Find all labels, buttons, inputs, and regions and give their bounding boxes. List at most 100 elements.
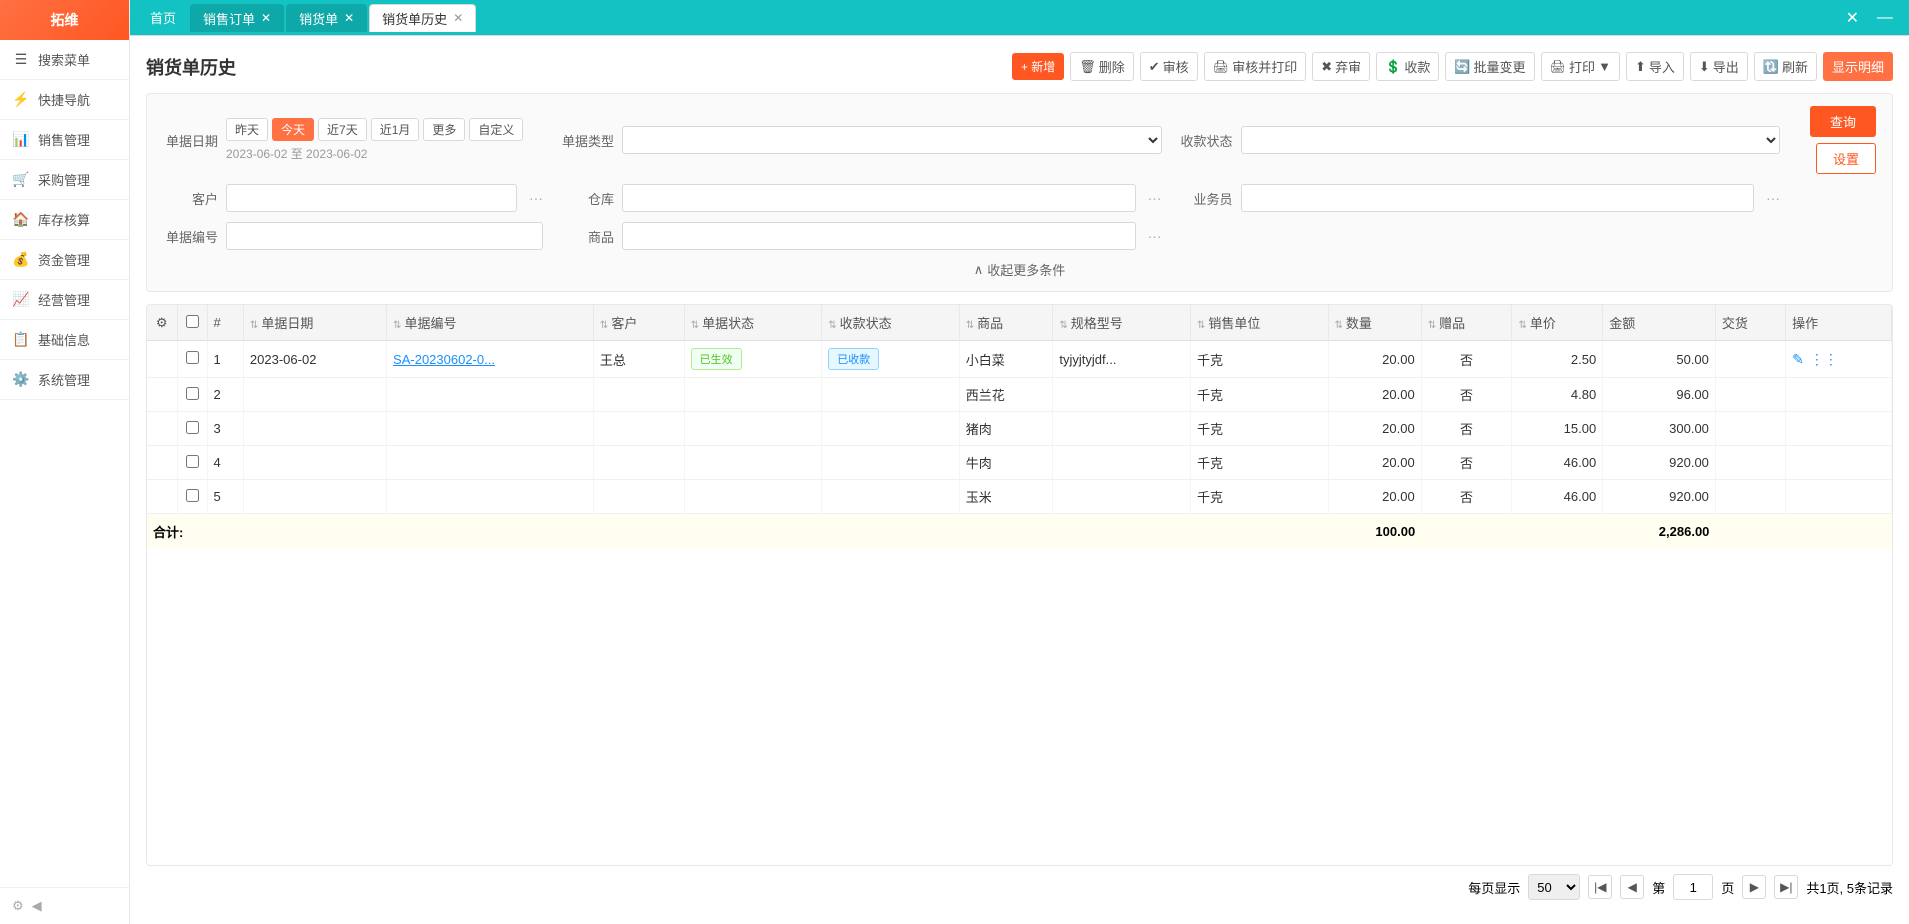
col-gift[interactable]: 赠品 xyxy=(1421,305,1512,341)
import-button[interactable]: ⬆ 导入 xyxy=(1626,52,1684,81)
page-size-label: 每页显示 xyxy=(1468,878,1520,897)
last-page-button[interactable]: ▶| xyxy=(1774,875,1798,899)
review-print-button[interactable]: 🖨 审核并打印 xyxy=(1204,52,1307,81)
page-size-select[interactable]: 50 100 200 xyxy=(1528,874,1580,900)
date-btn-more[interactable]: 更多 xyxy=(423,118,465,141)
warehouse-input[interactable] xyxy=(622,184,1136,212)
search-row-2: 客户 ··· 仓库 ··· 业务员 ··· xyxy=(163,184,1876,212)
doc-no-input[interactable] xyxy=(226,222,543,250)
row-checkbox[interactable] xyxy=(186,455,199,468)
tab-sales-order-close[interactable]: ✕ xyxy=(261,11,271,25)
date-btn-1month[interactable]: 近1月 xyxy=(371,118,420,141)
print-icon: 🖨 xyxy=(1550,59,1567,75)
col-settings[interactable]: ⚙ xyxy=(147,305,177,341)
row-checkbox[interactable] xyxy=(186,351,199,364)
collect-status-select[interactable] xyxy=(1241,126,1781,154)
staff-dots[interactable]: ··· xyxy=(1766,190,1780,206)
customer-dots[interactable]: ··· xyxy=(529,190,543,206)
col-doc-no[interactable]: 单据编号 xyxy=(387,305,594,341)
warehouse-dots[interactable]: ··· xyxy=(1148,190,1162,206)
prev-page-button[interactable]: ◀ xyxy=(1620,875,1644,899)
sidebar-item-baseinfo[interactable]: 📋 基础信息 xyxy=(0,320,129,360)
next-page-button[interactable]: ▶ xyxy=(1742,875,1766,899)
collapse-icon[interactable]: ◀ xyxy=(32,898,42,914)
col-collect-status[interactable]: 收款状态 xyxy=(822,305,960,341)
col-customer[interactable]: 客户 xyxy=(593,305,684,341)
abandon-button[interactable]: ✖ 弃审 xyxy=(1312,52,1370,81)
sidebar-item-purchase[interactable]: 🛒 采购管理 xyxy=(0,160,129,200)
sidebar-item-operation[interactable]: 📈 经营管理 xyxy=(0,280,129,320)
tab-sales-invoice[interactable]: 销货单 ✕ xyxy=(286,4,367,32)
tab-sales-history[interactable]: 销货单历史 ✕ xyxy=(369,4,476,32)
sidebar-item-label: 销售管理 xyxy=(38,130,90,149)
window-minimize-icon[interactable]: — xyxy=(1869,9,1901,27)
date-btn-today[interactable]: 今天 xyxy=(272,118,314,141)
tab-sales-history-close[interactable]: ✕ xyxy=(453,11,463,25)
product-label: 商品 xyxy=(559,227,614,246)
date-label: 单据日期 xyxy=(163,131,218,150)
select-all-checkbox[interactable] xyxy=(186,315,199,328)
row-checkbox[interactable] xyxy=(186,387,199,400)
window-close-icon[interactable]: ✕ xyxy=(1838,8,1867,28)
print-button[interactable]: 🖨 打印 ▼ xyxy=(1541,52,1620,81)
more-icon-0[interactable]: ⋮⋮ xyxy=(1810,351,1838,368)
product-dots[interactable]: ··· xyxy=(1148,228,1162,244)
first-page-button[interactable]: |◀ xyxy=(1588,875,1612,899)
refresh-button[interactable]: 🔃 刷新 xyxy=(1754,52,1817,81)
sidebar-item-finance[interactable]: 💰 资金管理 xyxy=(0,240,129,280)
row-checkbox[interactable] xyxy=(186,489,199,502)
collapse-button[interactable]: ∧ 收起更多条件 xyxy=(974,260,1066,279)
col-checkbox[interactable] xyxy=(177,305,207,341)
doc-type-select[interactable] xyxy=(622,126,1162,154)
tab-sales-invoice-close[interactable]: ✕ xyxy=(344,11,354,25)
product-input[interactable] xyxy=(622,222,1136,250)
col-product[interactable]: 商品 xyxy=(959,305,1053,341)
date-btn-7days[interactable]: 近7天 xyxy=(318,118,367,141)
col-price[interactable]: 单价 xyxy=(1512,305,1603,341)
sidebar: 拓维 ☰ 搜索菜单 ⚡ 快捷导航 📊 销售管理 🛒 采购管理 🏠 库存核算 💰 … xyxy=(0,0,130,924)
row-checkbox[interactable] xyxy=(186,421,199,434)
customer-input[interactable] xyxy=(226,184,517,212)
sidebar-item-inventory[interactable]: 🏠 库存核算 xyxy=(0,200,129,240)
sidebar-item-quicknav[interactable]: ⚡ 快捷导航 xyxy=(0,80,129,120)
col-doc-status[interactable]: 单据状态 xyxy=(684,305,822,341)
sidebar-item-search[interactable]: ☰ 搜索菜单 xyxy=(0,40,129,80)
col-doc-date[interactable]: 单据日期 xyxy=(243,305,386,341)
system-icon: ⚙️ xyxy=(12,371,30,389)
table-row: 12023-06-02SA-20230602-0...王总已生效已收款小白菜ty… xyxy=(147,341,1892,378)
col-spec[interactable]: 规格型号 xyxy=(1053,305,1191,341)
review-button[interactable]: ✔ 审核 xyxy=(1140,52,1198,81)
sidebar-item-system[interactable]: ⚙️ 系统管理 xyxy=(0,360,129,400)
table-row: 3猪肉千克20.00否15.00300.00 xyxy=(147,412,1892,446)
setting-button[interactable]: 设置 xyxy=(1816,143,1876,174)
page-number-input[interactable] xyxy=(1673,874,1713,900)
tab-home[interactable]: 首页 xyxy=(138,8,188,27)
col-unit[interactable]: 销售单位 xyxy=(1190,305,1328,341)
import-icon: ⬆ xyxy=(1635,59,1646,75)
settings-icon[interactable]: ⚙ xyxy=(12,898,24,914)
date-btn-custom[interactable]: 自定义 xyxy=(469,118,523,141)
doc-no-label: 单据编号 xyxy=(163,227,218,246)
sidebar-item-label: 系统管理 xyxy=(38,370,90,389)
search-button[interactable]: 查询 xyxy=(1810,106,1876,137)
quicknav-icon: ⚡ xyxy=(12,91,30,109)
sidebar-item-sales[interactable]: 📊 销售管理 xyxy=(0,120,129,160)
show-detail-button[interactable]: 显示明细 xyxy=(1823,52,1893,81)
batch-change-button[interactable]: 🔄 批量变更 xyxy=(1445,52,1534,81)
doc-no-link-0[interactable]: SA-20230602-0... xyxy=(393,352,495,367)
collect-button[interactable]: 💲 收款 xyxy=(1376,52,1439,81)
search-menu-icon: ☰ xyxy=(12,51,30,69)
staff-input[interactable] xyxy=(1241,184,1755,212)
export-button[interactable]: ⬇ 导出 xyxy=(1690,52,1748,81)
col-qty[interactable]: 数量 xyxy=(1328,305,1421,341)
tab-sales-order[interactable]: 销售订单 ✕ xyxy=(190,4,284,32)
total-qty-cell xyxy=(243,514,1328,550)
edit-icon-0[interactable]: ✎ xyxy=(1792,351,1804,368)
date-buttons: 昨天 今天 近7天 近1月 更多 自定义 xyxy=(226,118,543,141)
new-button[interactable]: + 新增 xyxy=(1012,53,1064,80)
date-btn-yesterday[interactable]: 昨天 xyxy=(226,118,268,141)
collect-status-badge-0: 已收款 xyxy=(828,348,879,370)
refresh-icon: 🔃 xyxy=(1763,59,1779,75)
staff-field: 业务员 ··· xyxy=(1178,184,1781,212)
delete-button[interactable]: 🗑 删除 xyxy=(1070,52,1134,81)
